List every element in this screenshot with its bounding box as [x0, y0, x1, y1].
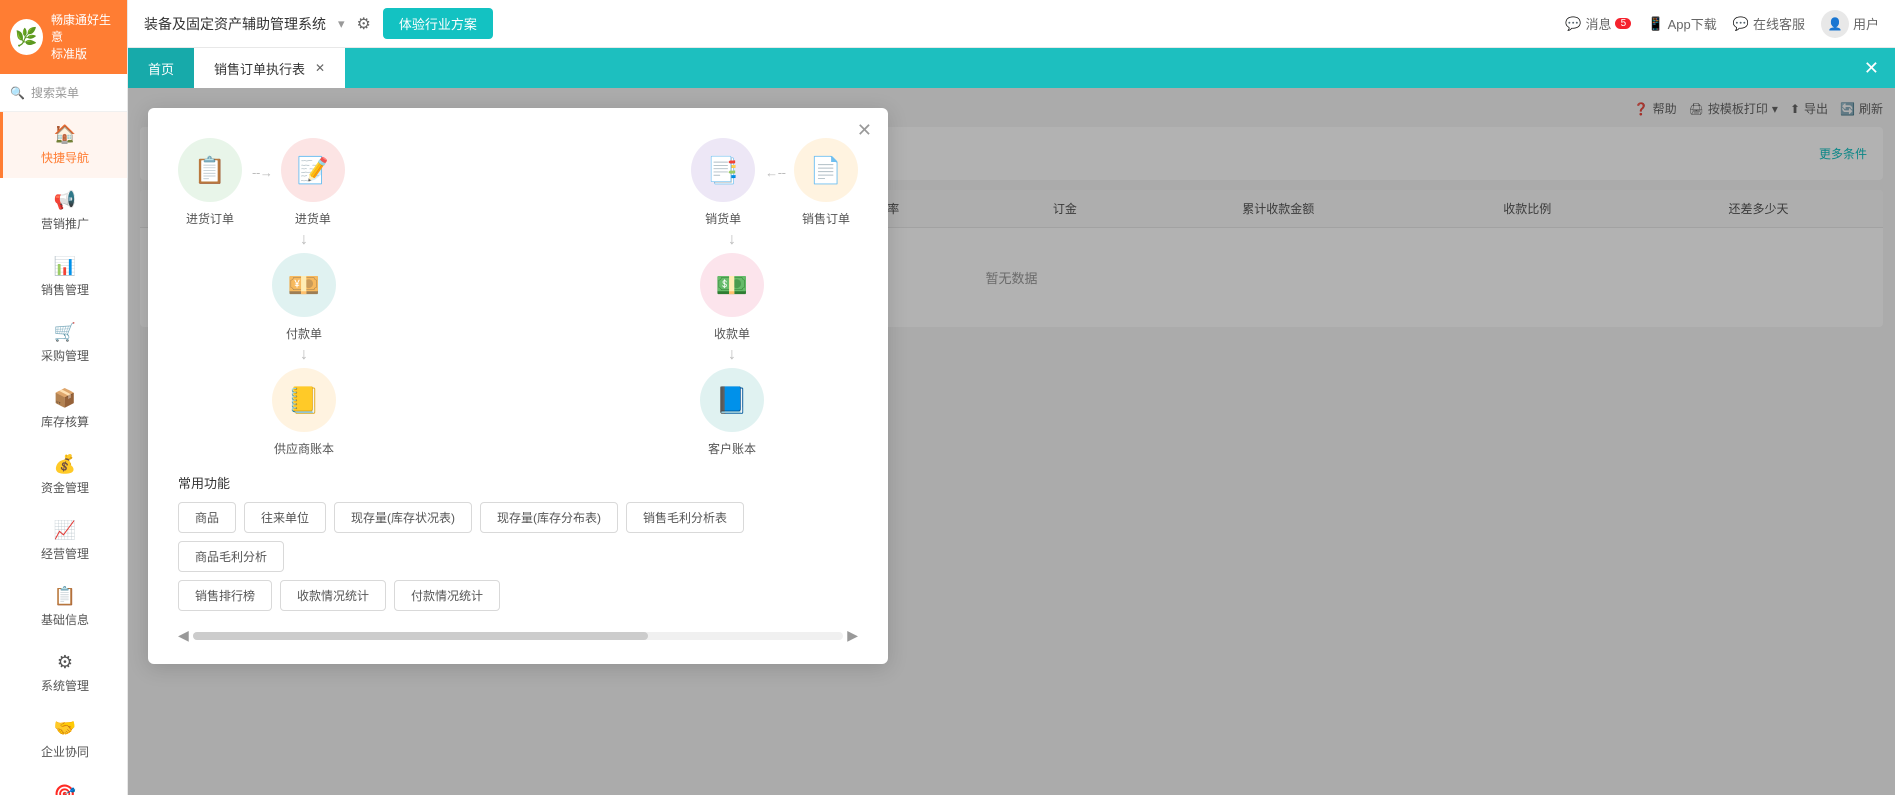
avatar: 👤 — [1821, 10, 1849, 38]
tab-home[interactable]: 首页 — [128, 48, 194, 88]
finance-icon: 💰 — [54, 454, 76, 475]
modal-close-btn[interactable]: ✕ — [857, 120, 872, 141]
func-btn-stock-status[interactable]: 现存量(库存状况表) — [334, 502, 472, 533]
func-btn-product[interactable]: 商品 — [178, 502, 236, 533]
sidebar-item-marketing[interactable]: 📢 营销推广 — [0, 178, 127, 244]
func-btn-product-profit[interactable]: 商品毛利分析 — [178, 541, 284, 572]
sidebar-nav: 🏠 快捷导航 📢 营销推广 📊 销售管理 🛒 采购管理 📦 库存核算 💰 资金管… — [0, 112, 127, 795]
customer-ledger-icon: 📘 — [700, 368, 764, 432]
common-funcs-title: 常用功能 — [178, 473, 858, 492]
scroll-right-btn[interactable]: ▶ — [847, 627, 858, 644]
tab-close-icon[interactable]: ✕ — [315, 61, 325, 75]
gear-btn[interactable]: ⚙ — [357, 14, 371, 34]
sidebar-item-basic-info[interactable]: 📋 基础信息 — [0, 574, 127, 640]
purchase-icon: 🛒 — [54, 322, 76, 343]
message-badge: 5 — [1615, 18, 1631, 29]
sidebar-search[interactable]: 🔍 搜索菜单 — [0, 74, 127, 112]
func-btn-receipt-stats[interactable]: 收款情况统计 — [280, 580, 386, 611]
system-title: 装备及固定资产辅助管理系统 — [144, 14, 326, 34]
purchase-slip-node[interactable]: 📝 进货单 — [281, 138, 345, 227]
sales-slip-label: 销货单 — [705, 210, 741, 227]
receipt-slip-node[interactable]: 💵 收款单 — [700, 253, 764, 342]
quick-nav-modal: ✕ 📋 进货订单 - - → 📝 进货单 📑 销货单 — [148, 108, 888, 664]
close-all-tabs-btn[interactable]: ✕ — [1848, 48, 1895, 88]
topbar-actions: 💬 消息 5 📱 App下载 💬 在线客服 👤 用户 — [1565, 10, 1879, 38]
modal-scrollbar: ◀ ▶ — [178, 627, 858, 644]
sidebar-item-purchase[interactable]: 🛒 采购管理 — [0, 310, 127, 376]
sidebar-logo: 🌿 畅康通好生意 标准版 — [0, 0, 127, 74]
func-btns-row1: 商品 往来单位 现存量(库存状况表) 现存量(库存分布表) 销售毛利分析表 商品… — [178, 502, 858, 572]
receipt-slip-icon: 💵 — [700, 253, 764, 317]
home-icon: 🏠 — [54, 124, 76, 145]
operations-icon: 📈 — [54, 520, 76, 541]
func-btn-partner[interactable]: 往来单位 — [244, 502, 326, 533]
func-btn-payment-stats[interactable]: 付款情况统计 — [394, 580, 500, 611]
purchase-order-node[interactable]: 📋 进货订单 — [178, 138, 242, 227]
purchase-order-label: 进货订单 — [186, 210, 234, 227]
func-btn-stock-dist[interactable]: 现存量(库存分布表) — [480, 502, 618, 533]
sidebar: 🌿 畅康通好生意 标准版 🔍 搜索菜单 🏠 快捷导航 📢 营销推广 📊 销售管理… — [0, 0, 128, 795]
experience-industry-btn[interactable]: 体验行业方案 — [383, 8, 493, 39]
sales-slip-icon: 📑 — [691, 138, 755, 202]
online-service-btn[interactable]: 💬 在线客服 — [1733, 14, 1805, 33]
sales-icon: 📊 — [54, 256, 76, 277]
func-btn-sales-rank[interactable]: 销售排行榜 — [178, 580, 272, 611]
purchase-slip-label: 进货单 — [295, 210, 331, 227]
sidebar-item-operations[interactable]: 📈 经营管理 — [0, 508, 127, 574]
logo-text: 畅康通好生意 标准版 — [51, 12, 117, 62]
sidebar-item-quick-nav[interactable]: 🏠 快捷导航 — [0, 112, 127, 178]
search-icon: 🔍 — [10, 86, 25, 100]
marketing-icon: 📢 — [54, 190, 76, 211]
supplier-ledger-label: 供应商账本 — [274, 440, 334, 457]
sidebar-item-sales[interactable]: 📊 销售管理 — [0, 244, 127, 310]
system-icon: ⚙ — [57, 652, 73, 673]
sidebar-item-inventory[interactable]: 📦 库存核算 — [0, 376, 127, 442]
customer-ledger-label: 客户账本 — [708, 440, 756, 457]
supplier-ledger-icon: 📒 — [272, 368, 336, 432]
payment-slip-node[interactable]: 💴 付款单 — [272, 253, 336, 342]
topbar: 装备及固定资产辅助管理系统 ▾ ⚙ 体验行业方案 💬 消息 5 📱 App下载 … — [128, 0, 1895, 48]
func-btn-sales-profit[interactable]: 销售毛利分析表 — [626, 502, 744, 533]
common-funcs-section: 常用功能 商品 往来单位 现存量(库存状况表) 现存量(库存分布表) 销售毛利分… — [178, 473, 858, 611]
download-icon: 📱 — [1647, 16, 1663, 32]
service-icon: 💬 — [1733, 16, 1749, 32]
message-btn[interactable]: 💬 消息 5 — [1565, 14, 1631, 33]
sales-order-icon: 📄 — [794, 138, 858, 202]
sales-order-label: 销售订单 — [802, 210, 850, 227]
basic-info-icon: 📋 — [54, 586, 76, 607]
purchase-order-icon: 📋 — [178, 138, 242, 202]
app-download-btn[interactable]: 📱 App下载 — [1647, 14, 1716, 33]
sidebar-item-finance[interactable]: 💰 资金管理 — [0, 442, 127, 508]
modal-overlay[interactable]: ✕ 📋 进货订单 - - → 📝 进货单 📑 销货单 — [128, 88, 1895, 795]
inventory-icon: 📦 — [54, 388, 76, 409]
scrollbar-track[interactable] — [193, 632, 843, 640]
payment-slip-label: 付款单 — [286, 325, 322, 342]
tab-sales-order-exec[interactable]: 销售订单执行表 ✕ — [194, 48, 345, 88]
func-btns-row2: 销售排行榜 收款情况统计 付款情况统计 — [178, 580, 858, 611]
supplier-ledger-node[interactable]: 📒 供应商账本 — [272, 368, 336, 457]
receipt-slip-label: 收款单 — [714, 325, 750, 342]
sales-order-node[interactable]: 📄 销售订单 — [794, 138, 858, 227]
dropdown-icon[interactable]: ▾ — [338, 16, 345, 32]
scrollbar-thumb — [193, 632, 648, 640]
sidebar-item-system[interactable]: ⚙ 系统管理 — [0, 640, 127, 706]
customer-ledger-node[interactable]: 📘 客户账本 — [700, 368, 764, 457]
payment-slip-icon: 💴 — [272, 253, 336, 317]
user-profile-btn[interactable]: 👤 用户 — [1821, 10, 1879, 38]
tabbar: 首页 销售订单执行表 ✕ ✕ — [128, 48, 1895, 88]
purchase-slip-icon: 📝 — [281, 138, 345, 202]
scroll-left-btn[interactable]: ◀ — [178, 627, 189, 644]
collab-icon: 🤝 — [54, 718, 76, 739]
sidebar-item-collab[interactable]: 🤝 企业协同 — [0, 706, 127, 772]
sidebar-item-guide[interactable]: 🎯 新手引导 — [0, 772, 127, 795]
logo-icon: 🌿 — [10, 19, 43, 55]
sales-slip-node[interactable]: 📑 销货单 — [691, 138, 755, 227]
message-icon: 💬 — [1565, 16, 1581, 32]
guide-icon: 🎯 — [54, 784, 76, 795]
